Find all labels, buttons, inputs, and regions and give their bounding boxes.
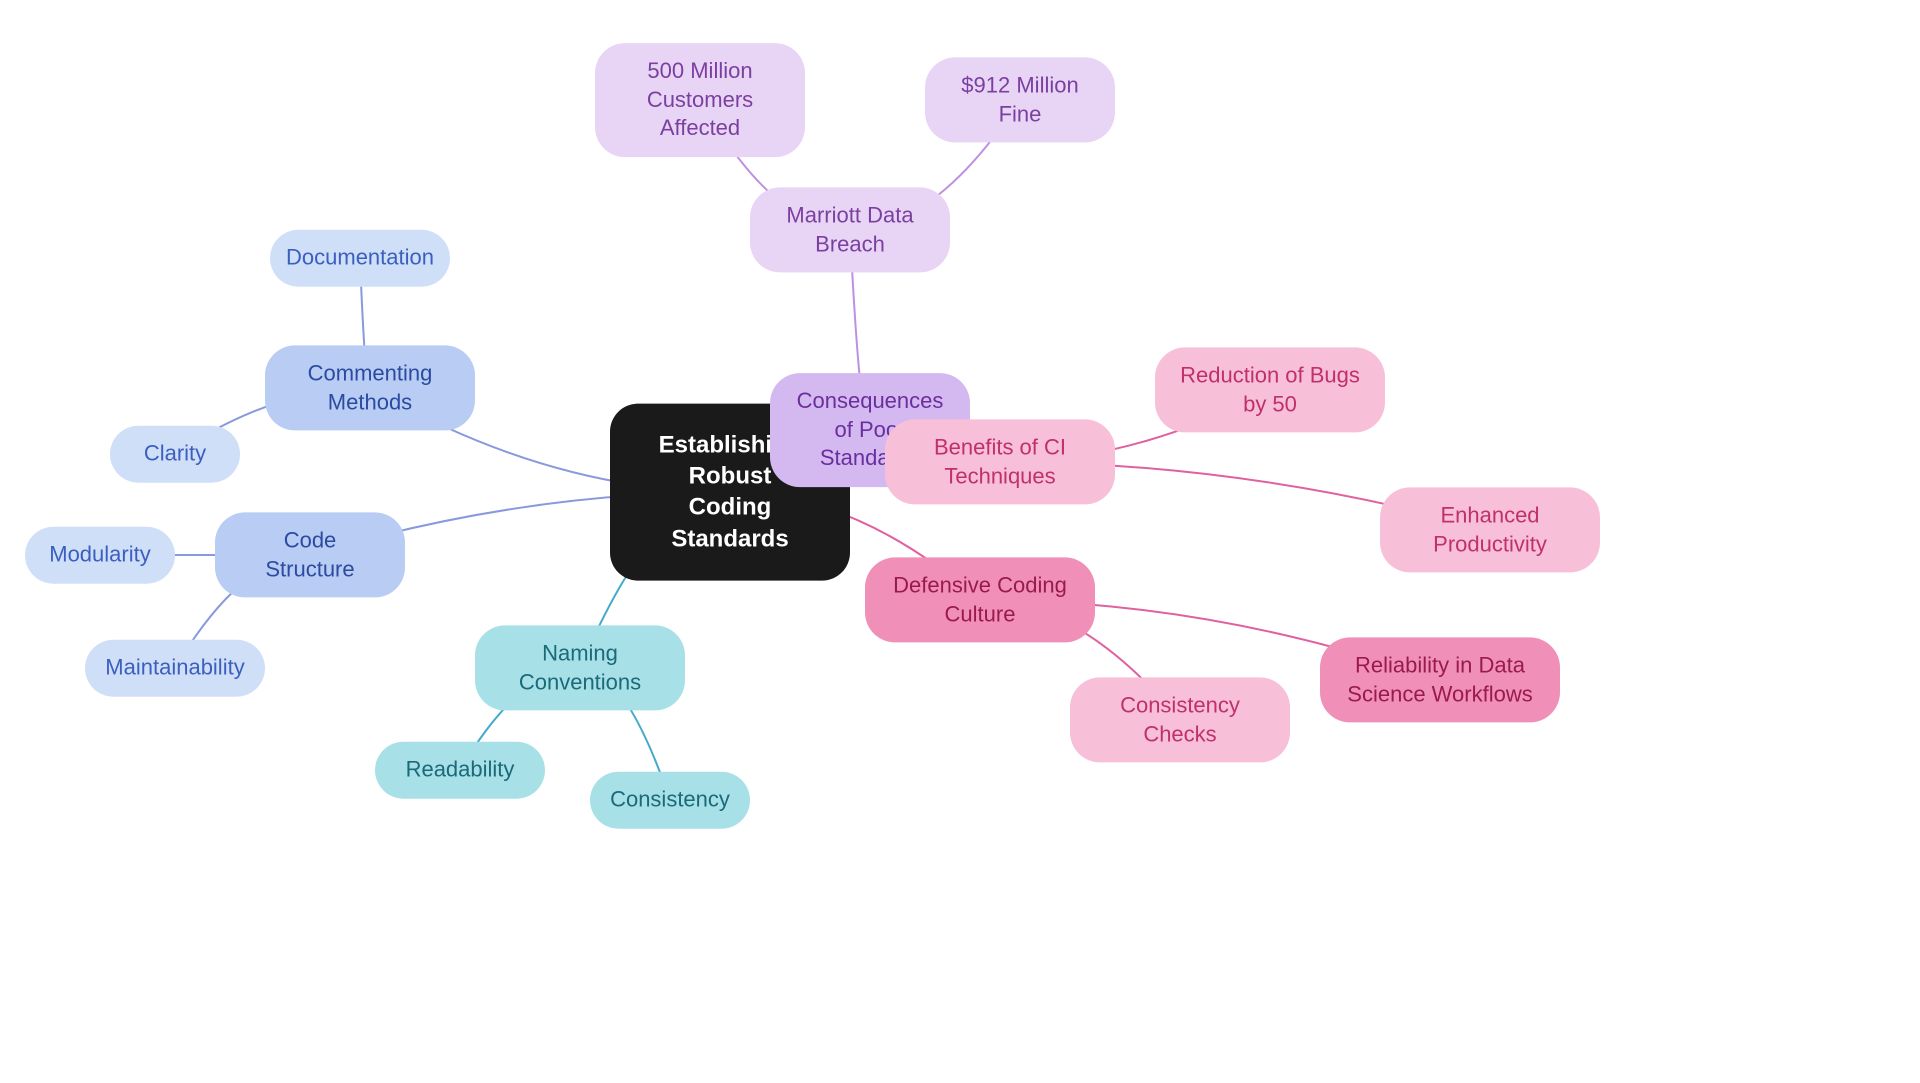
node-enhanced_productivity: Enhanced Productivity bbox=[1380, 487, 1600, 572]
node-maintainability: Maintainability bbox=[85, 640, 265, 697]
mind-map: Establishing Robust Coding StandardsCons… bbox=[0, 0, 1920, 1083]
node-codestructure: Code Structure bbox=[215, 512, 405, 597]
node-documentation: Documentation bbox=[270, 230, 450, 287]
node-benefits_ci: Benefits of CI Techniques bbox=[885, 419, 1115, 504]
node-reduction_bugs: Reduction of Bugs by 50 bbox=[1155, 347, 1385, 432]
node-clarity: Clarity bbox=[110, 426, 240, 483]
node-commenting: Commenting Methods bbox=[265, 345, 475, 430]
node-500million: 500 Million Customers Affected bbox=[595, 43, 805, 157]
node-naming: Naming Conventions bbox=[475, 625, 685, 710]
node-modularity: Modularity bbox=[25, 527, 175, 584]
node-consistency_checks: Consistency Checks bbox=[1070, 677, 1290, 762]
node-readability: Readability bbox=[375, 742, 545, 799]
node-defensive_coding: Defensive Coding Culture bbox=[865, 557, 1095, 642]
node-consistency_node: Consistency bbox=[590, 772, 750, 829]
node-912million: $912 Million Fine bbox=[925, 57, 1115, 142]
node-reliability: Reliability in Data Science Workflows bbox=[1320, 637, 1560, 722]
node-marriott: Marriott Data Breach bbox=[750, 187, 950, 272]
